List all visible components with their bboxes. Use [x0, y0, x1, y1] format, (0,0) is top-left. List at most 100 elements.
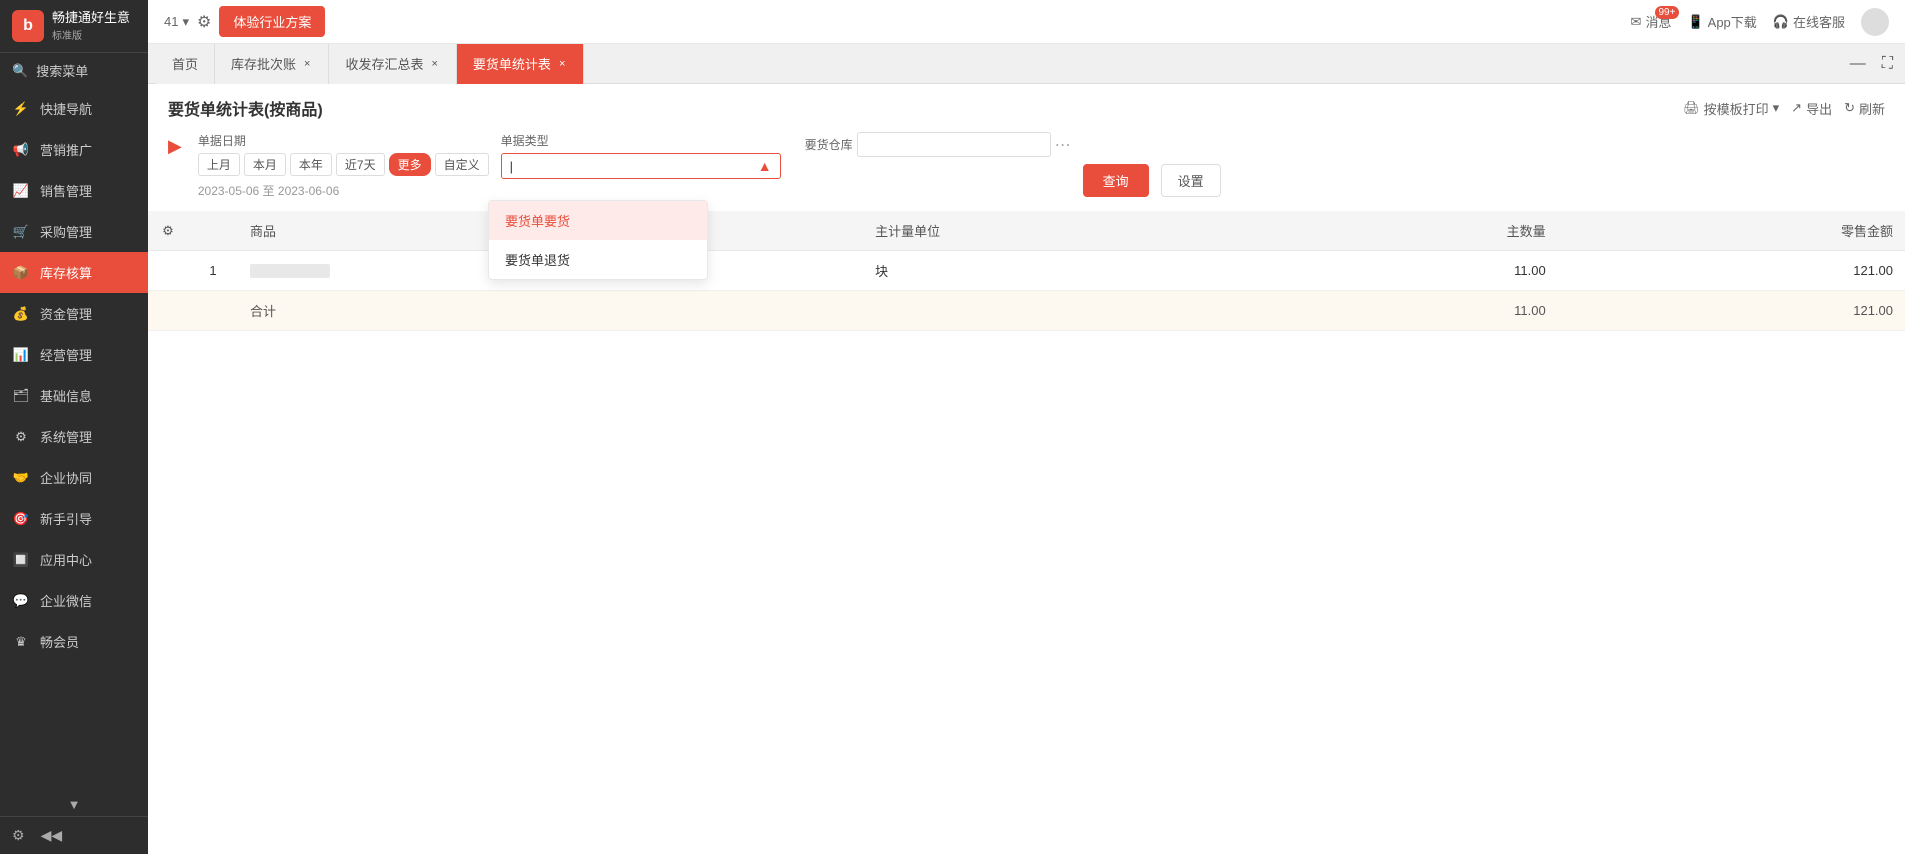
- tab-receivable-summary-label: 收发存汇总表: [345, 54, 423, 73]
- store-selector[interactable]: 41 ▾: [164, 14, 189, 30]
- export-label: 导出: [1806, 99, 1832, 118]
- sidebar-item-sales[interactable]: 📈 销售管理: [0, 170, 148, 211]
- row-settings-cell: [148, 251, 188, 291]
- export-button[interactable]: ↗ 导出: [1791, 99, 1832, 118]
- th-qty: 主数量: [1210, 211, 1557, 251]
- sidebar-item-finance[interactable]: 💰 资金管理: [0, 293, 148, 334]
- app-sub: 标准版: [52, 27, 130, 42]
- row-num-cell: 1: [188, 251, 238, 291]
- tab-inventory-batch[interactable]: 库存批次账 ×: [215, 44, 329, 84]
- type-select-box[interactable]: | ▲: [501, 153, 781, 179]
- data-table: ⚙ 商品 主计量单位 主数量 零售金额 1: [148, 211, 1905, 331]
- search-menu[interactable]: 🔍 搜索菜单: [0, 53, 148, 88]
- app-logo: b 畅捷通好生意 标准版: [0, 0, 148, 53]
- tab-receivable-summary[interactable]: 收发存汇总表 ×: [329, 44, 456, 84]
- sidebar-item-marketing[interactable]: 📢 营销推广: [0, 129, 148, 170]
- sidebar-item-label: 销售管理: [40, 181, 92, 200]
- messages-button[interactable]: ✉ 消息 99+: [1631, 12, 1672, 31]
- row-unit-cell: 块: [863, 251, 1210, 291]
- settings-icon[interactable]: ⚙: [12, 827, 25, 844]
- messages-badge: 99+: [1655, 6, 1680, 19]
- last-month-btn[interactable]: 上月: [198, 153, 240, 176]
- sidebar-item-app-center[interactable]: 🔲 应用中心: [0, 539, 148, 580]
- online-service-icon: 🎧: [1773, 14, 1789, 30]
- custom-date-btn[interactable]: 自定义: [435, 153, 489, 176]
- product-placeholder: [250, 264, 330, 278]
- print-chevron-icon: ▾: [1773, 100, 1780, 116]
- user-avatar[interactable]: [1861, 8, 1889, 36]
- sidebar-item-label: 快捷导航: [40, 99, 92, 118]
- print-label: 按模板打印: [1704, 99, 1769, 118]
- print-button[interactable]: 🖨 按模板打印 ▾: [1683, 99, 1779, 118]
- sidebar-item-label: 新手引导: [40, 509, 92, 528]
- sidebar-nav: ⚡ 快捷导航 📢 营销推广 📈 销售管理 🛒 采购管理 📦 库存核算 💰 资金管…: [0, 88, 148, 793]
- online-service-button[interactable]: 🎧 在线客服: [1773, 12, 1845, 31]
- tab-maximize-button[interactable]: ⛶: [1878, 51, 1897, 77]
- sidebar-item-purchase[interactable]: 🛒 采购管理: [0, 211, 148, 252]
- sidebar-item-inventory[interactable]: 📦 库存核算: [0, 252, 148, 293]
- trial-button[interactable]: 体验行业方案: [219, 6, 325, 37]
- filter-settings-button[interactable]: 设置: [1161, 164, 1221, 197]
- store-chevron-icon: ▾: [182, 14, 189, 30]
- collapse-icon[interactable]: ◀◀: [41, 827, 63, 844]
- sys-mgmt-icon: ⚙: [12, 428, 30, 446]
- tab-order-stats[interactable]: 要货单统计表 ×: [457, 44, 584, 84]
- date-quick-btns: 上月 本月 本年 近7天 更多 自定义: [198, 153, 489, 176]
- refresh-button[interactable]: ↻ 刷新: [1844, 99, 1885, 118]
- footer-settings-cell: [148, 291, 188, 331]
- this-year-btn[interactable]: 本年: [290, 153, 332, 176]
- export-icon: ↗: [1791, 100, 1802, 116]
- dropdown-item-0[interactable]: 要货单要货: [489, 201, 707, 240]
- tab-order-stats-close[interactable]: ×: [557, 56, 567, 72]
- tab-minimize-button[interactable]: —: [1846, 51, 1870, 77]
- sidebar-item-guide[interactable]: 🎯 新手引导: [0, 498, 148, 539]
- tab-home[interactable]: 首页: [156, 44, 215, 84]
- footer-qty-cell: 11.00: [1210, 291, 1557, 331]
- more-dates-btn[interactable]: 更多: [389, 153, 431, 176]
- enterprise-icon: 🤝: [12, 469, 30, 487]
- footer-row: 合计 11.00 121.00: [148, 291, 1905, 331]
- last-7-days-btn[interactable]: 近7天: [336, 153, 385, 176]
- sidebar-item-sys-mgmt[interactable]: ⚙ 系统管理: [0, 416, 148, 457]
- basic-info-icon: 🗂: [12, 387, 30, 405]
- marketing-icon: 📢: [12, 141, 30, 159]
- date-row: 上月 本月 本年 近7天 更多 自定义: [198, 153, 489, 176]
- app-download-button[interactable]: 📱 App下载: [1687, 12, 1756, 31]
- guide-icon: 🎯: [12, 510, 30, 528]
- gear-button[interactable]: ⚙: [197, 12, 211, 32]
- quick-nav-icon: ⚡: [12, 100, 30, 118]
- footer-num-cell: [188, 291, 238, 331]
- dropdown-item-label: 要货单要货: [505, 214, 570, 229]
- topbar-left: 41 ▾ ⚙ 体验行业方案: [164, 6, 1619, 37]
- type-selected-value: |: [510, 159, 513, 174]
- sidebar-item-enterprise-wechat[interactable]: 💬 企业微信: [0, 580, 148, 621]
- warehouse-input[interactable]: [857, 132, 1051, 157]
- tab-receivable-summary-close[interactable]: ×: [429, 56, 439, 72]
- row-amount-cell: 121.00: [1558, 251, 1905, 291]
- sidebar-item-basic-info[interactable]: 🗂 基础信息: [0, 375, 148, 416]
- page-title: 要货单统计表(按商品): [168, 96, 323, 120]
- sidebar-item-quick-nav[interactable]: ⚡ 快捷导航: [0, 88, 148, 129]
- sidebar-item-label: 采购管理: [40, 222, 92, 241]
- print-icon: 🖨: [1683, 100, 1700, 116]
- table-header-row: ⚙ 商品 主计量单位 主数量 零售金额: [148, 211, 1905, 251]
- th-settings[interactable]: ⚙: [148, 211, 188, 251]
- app-center-icon: 🔲: [12, 551, 30, 569]
- sidebar-item-enterprise[interactable]: 🤝 企业协同: [0, 457, 148, 498]
- tab-inventory-batch-close[interactable]: ×: [302, 56, 312, 72]
- filter-toggle-button[interactable]: ▶: [168, 136, 182, 157]
- sidebar-scroll-down[interactable]: ▼: [0, 793, 148, 816]
- sidebar-item-label: 畅会员: [40, 632, 79, 651]
- query-button[interactable]: 查询: [1083, 164, 1149, 197]
- warehouse-label: 要货仓库: [805, 136, 853, 153]
- warehouse-dots-icon[interactable]: ⋯: [1055, 135, 1071, 155]
- filter-content: 单据日期 上月 本月 本年 近7天 更多 自定义 2023-05-06 至 20…: [198, 132, 1885, 199]
- sidebar-item-vip[interactable]: ♛ 畅会员: [0, 621, 148, 662]
- sidebar-item-operations[interactable]: 📊 经营管理: [0, 334, 148, 375]
- purchase-icon: 🛒: [12, 223, 30, 241]
- this-month-btn[interactable]: 本月: [244, 153, 286, 176]
- content-area: 要货单统计表(按商品) 🖨 按模板打印 ▾ ↗ 导出 ↻ 刷新 ▶: [148, 84, 1905, 854]
- date-range-display: 2023-05-06 至 2023-06-06: [198, 182, 489, 199]
- dropdown-item-1[interactable]: 要货单退货: [489, 240, 707, 279]
- dropdown-item-label: 要货单退货: [505, 253, 570, 268]
